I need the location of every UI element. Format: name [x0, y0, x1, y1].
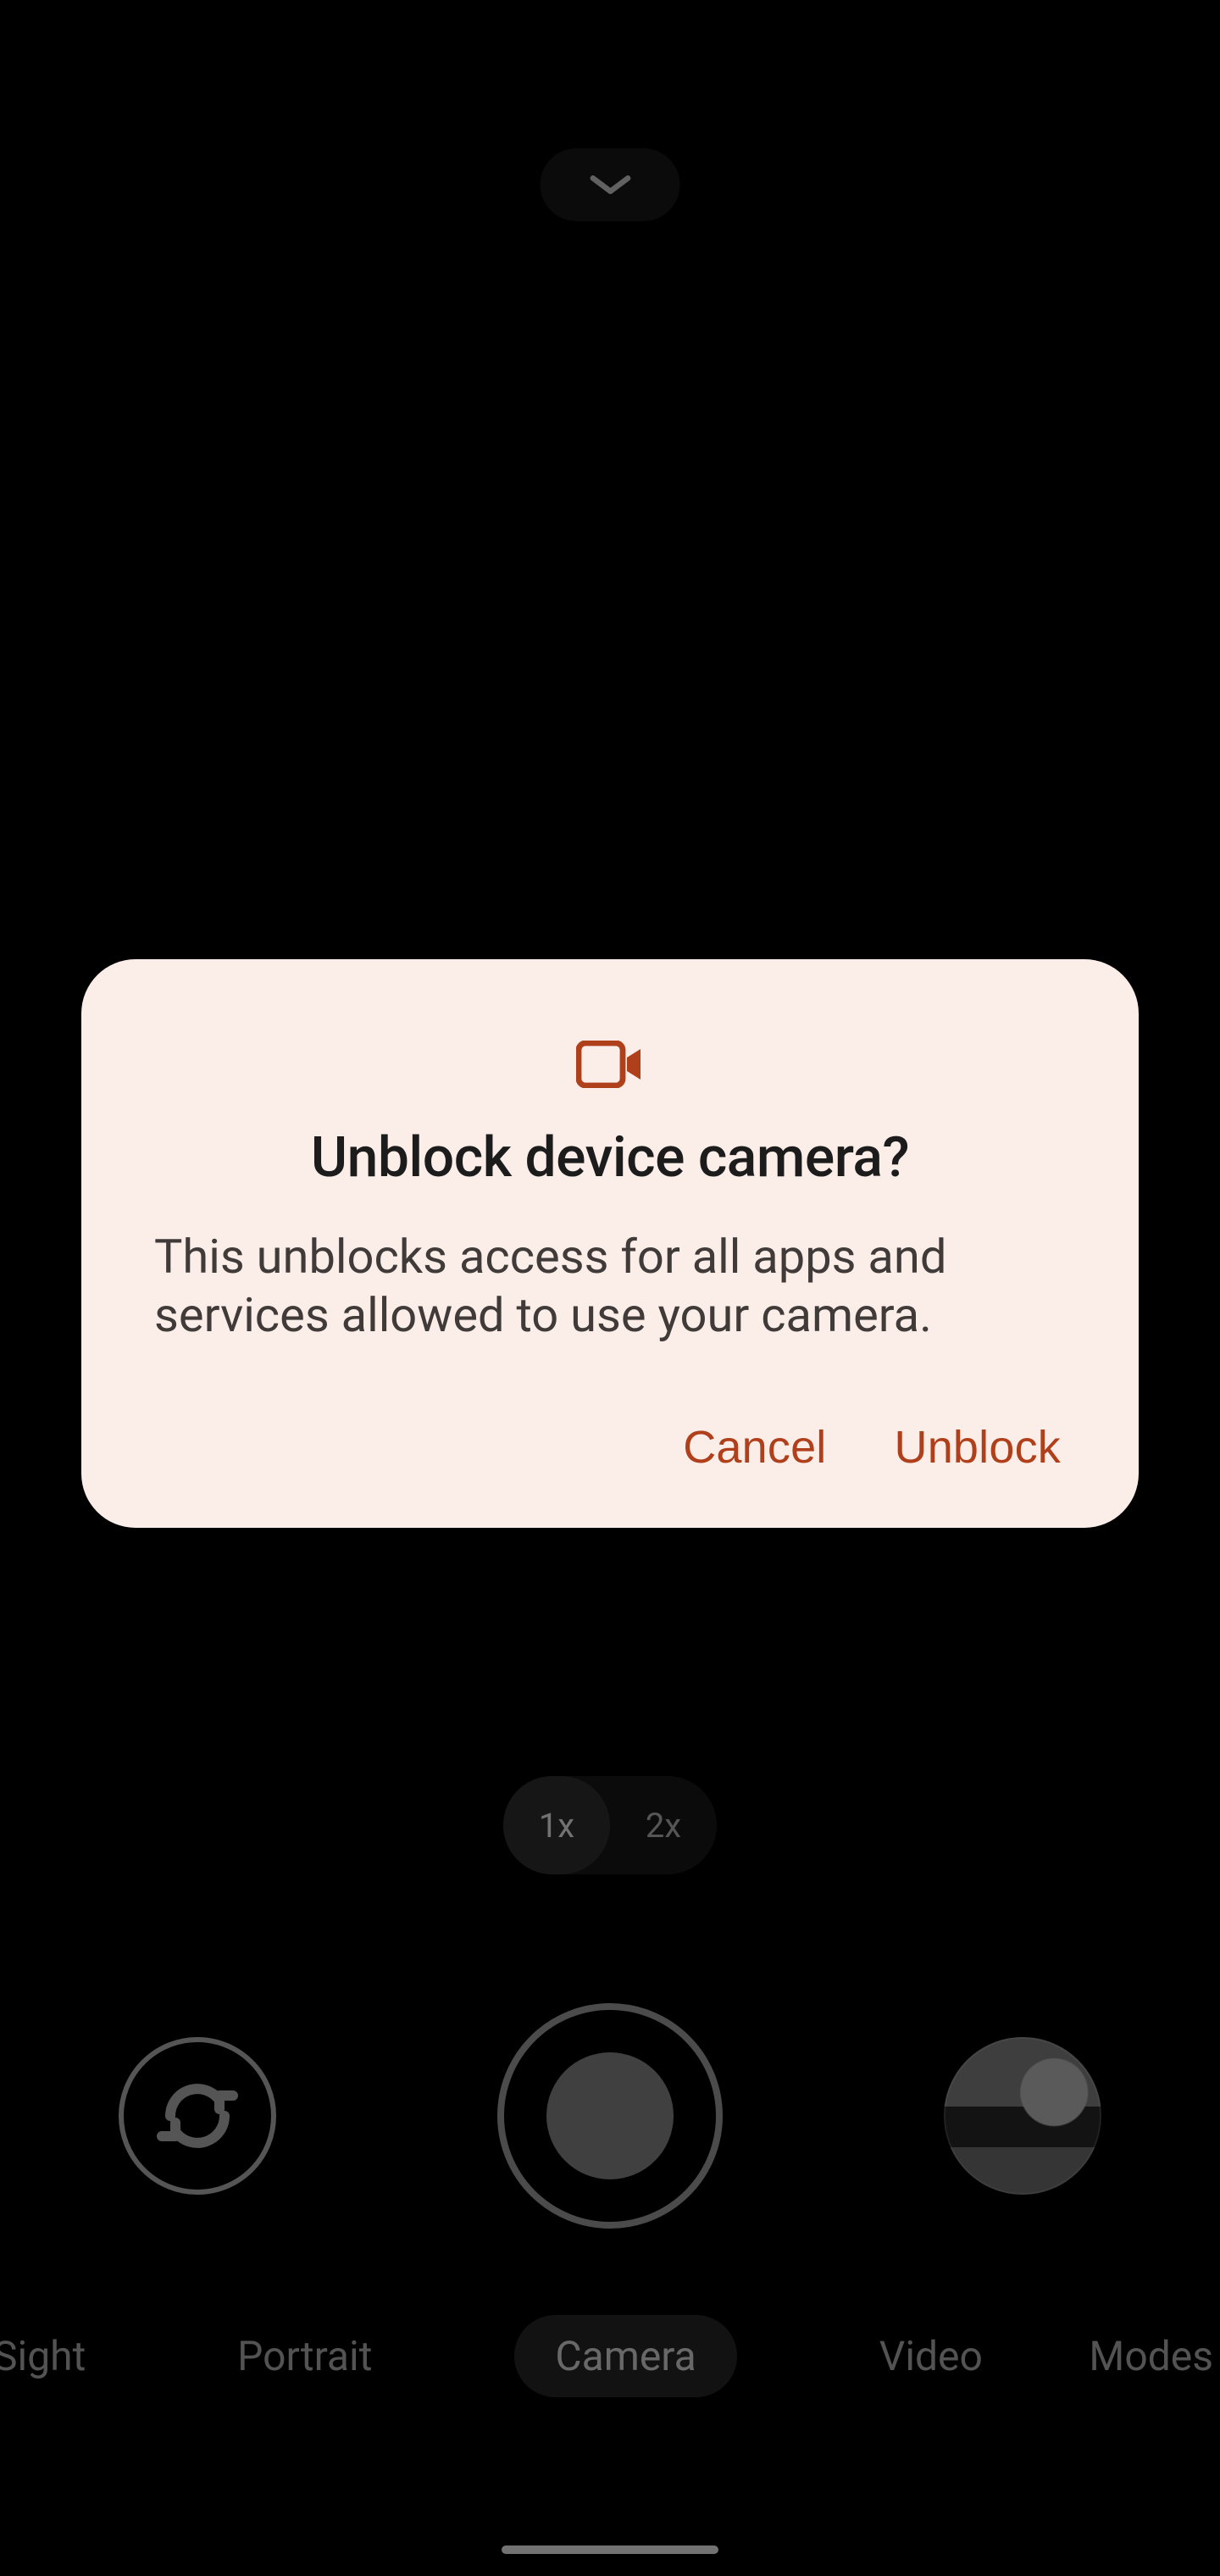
mode-night-sight-partial[interactable]: ht Sight [0, 2315, 126, 2397]
mode-portrait[interactable]: Portrait [197, 2315, 413, 2397]
dialog-body: This unblocks access for all apps and se… [154, 1228, 1066, 1345]
gesture-nav-bar[interactable] [502, 2545, 718, 2554]
zoom-selector: 1x 2x [503, 1776, 717, 1874]
shutter-button[interactable] [497, 2003, 723, 2229]
camera-flip-icon [157, 2075, 238, 2157]
quick-settings-handle[interactable] [541, 148, 680, 221]
zoom-1x-button[interactable]: 1x [503, 1776, 610, 1874]
mode-video[interactable]: Video [839, 2315, 1023, 2397]
mode-camera[interactable]: Camera [514, 2315, 736, 2397]
mode-modes-partial[interactable]: Modes [1048, 2315, 1220, 2397]
chevron-down-icon [584, 158, 636, 211]
gallery-thumbnail-button[interactable] [944, 2037, 1101, 2195]
capture-controls [0, 2001, 1220, 2230]
zoom-2x-button[interactable]: 2x [610, 1776, 717, 1874]
dialog-actions: Cancel Unblock [154, 1421, 1066, 1474]
unblock-camera-dialog: Unblock device camera? This unblocks acc… [81, 959, 1139, 1528]
cancel-button[interactable]: Cancel [683, 1421, 826, 1474]
dialog-title: Unblock device camera? [154, 1125, 1066, 1191]
camera-app-screen: 1x 2x ht Sight Portrait Camera Video [0, 0, 1220, 2576]
camera-flip-button[interactable] [119, 2037, 276, 2195]
shutter-inner [546, 2052, 674, 2179]
unblock-button[interactable]: Unblock [895, 1421, 1062, 1474]
videocam-icon [154, 1041, 1066, 1088]
mode-strip[interactable]: ht Sight Portrait Camera Video Modes [0, 2305, 1220, 2407]
